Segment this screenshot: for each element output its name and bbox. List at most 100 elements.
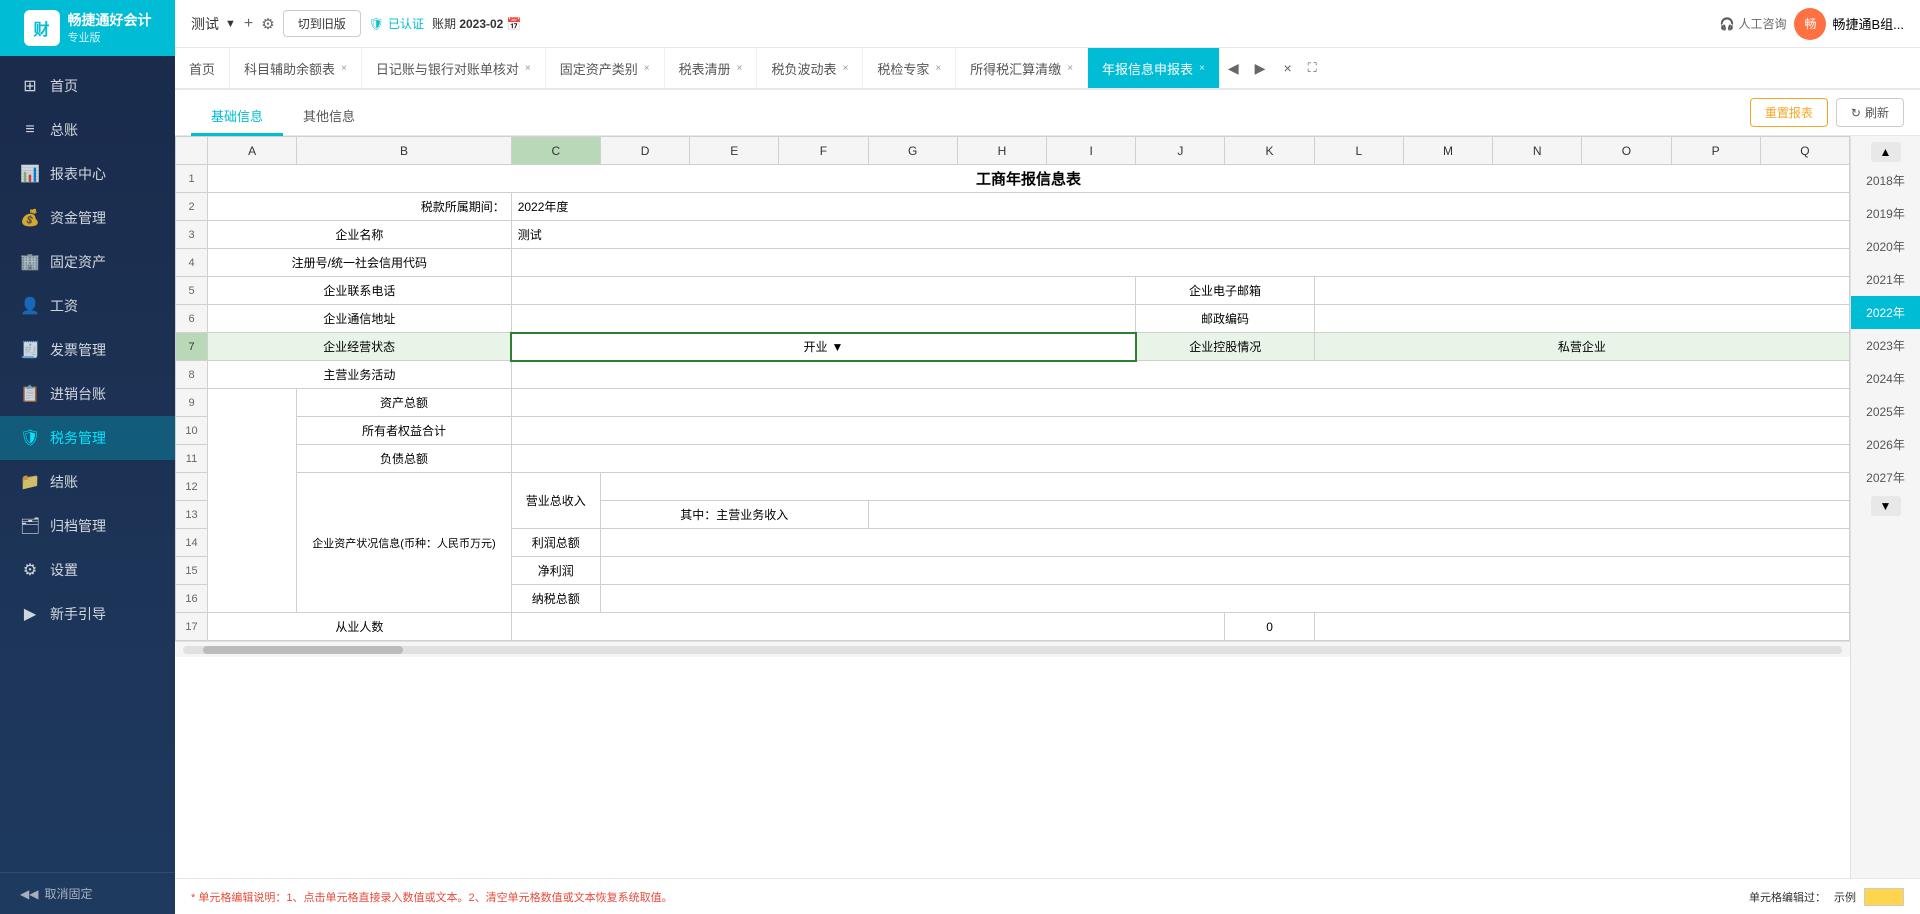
cell-15-C[interactable]	[600, 557, 1849, 585]
year-item-2027[interactable]: 2027年	[1851, 461, 1920, 494]
year-item-2020[interactable]: 2020年	[1851, 230, 1920, 263]
cell-6-L[interactable]	[1314, 305, 1849, 333]
cell-2-C[interactable]: 2022年度	[511, 193, 1849, 221]
year-item-2022[interactable]: 2022年	[1851, 296, 1920, 329]
fullscreen-icon[interactable]: ⛶	[1300, 60, 1325, 76]
col-header-I[interactable]: I	[1047, 137, 1136, 165]
add-icon[interactable]: +	[244, 15, 253, 33]
sub-tab-other[interactable]: 其他信息	[283, 98, 375, 136]
calendar-icon[interactable]: 📅	[507, 17, 522, 31]
cell-4-C[interactable]	[511, 249, 1849, 277]
col-header-A[interactable]: A	[208, 137, 297, 165]
hscroll-thumb[interactable]	[203, 646, 403, 654]
tab-next-btn[interactable]: ▶	[1247, 60, 1274, 77]
col-header-B[interactable]: B	[297, 137, 511, 165]
tab-close-icon[interactable]: ×	[842, 63, 848, 74]
col-header-Q[interactable]: Q	[1760, 137, 1849, 165]
dropdown-kaiye[interactable]: 开业 ▼	[518, 338, 1129, 355]
year-item-2018[interactable]: 2018年	[1851, 164, 1920, 197]
consult-btn[interactable]: 🎧 人工咨询	[1720, 15, 1787, 32]
tab-close-icon[interactable]: ×	[1067, 63, 1073, 74]
col-header-L[interactable]: L	[1314, 137, 1403, 165]
year-scroll-down-btn[interactable]: ▼	[1871, 496, 1901, 516]
tab-close-icon[interactable]: ×	[935, 63, 941, 74]
cell-17-C[interactable]	[511, 613, 1225, 641]
cell-3-C[interactable]: 测试	[511, 221, 1849, 249]
cell-5-L[interactable]	[1314, 277, 1849, 305]
col-header-N[interactable]: N	[1493, 137, 1582, 165]
tab-prev-btn[interactable]: ◀	[1220, 60, 1247, 77]
sidebar-item-tax[interactable]: 🛡 税务管理	[0, 416, 175, 460]
user-menu[interactable]: 畅 畅捷通B组...	[1794, 8, 1904, 40]
col-header-P[interactable]: P	[1671, 137, 1760, 165]
sidebar-item-assets[interactable]: 🏢 固定资产	[0, 240, 175, 284]
h-scrollbar[interactable]	[175, 641, 1850, 657]
tab-close-icon[interactable]: ×	[737, 63, 743, 74]
spreadsheet-scroll[interactable]: A B C D E F G H I J K L M	[175, 136, 1850, 878]
tab-tax-inspect[interactable]: 税检专家 ×	[863, 48, 956, 89]
tab-tax-fluctuation[interactable]: 税负波动表 ×	[757, 48, 863, 89]
reset-btn[interactable]: 重置报表	[1750, 98, 1828, 127]
year-item-2021[interactable]: 2021年	[1851, 263, 1920, 296]
tab-annual-report[interactable]: 年报信息申报表 ×	[1088, 48, 1220, 89]
cell-16-C[interactable]	[600, 585, 1849, 613]
col-header-J[interactable]: J	[1136, 137, 1225, 165]
sidebar-item-reports[interactable]: 📊 报表中心	[0, 152, 175, 196]
tab-close-icon[interactable]: ×	[341, 63, 347, 74]
cell-9-C[interactable]	[511, 389, 1849, 417]
col-header-M[interactable]: M	[1403, 137, 1492, 165]
cell-10-C[interactable]	[511, 417, 1849, 445]
cell-title[interactable]: 工商年报信息表	[208, 165, 1850, 193]
tab-close-icon[interactable]: ×	[644, 63, 650, 74]
year-item-2024[interactable]: 2024年	[1851, 362, 1920, 395]
tab-journal[interactable]: 日记账与银行对账单核对 ×	[362, 48, 546, 89]
cell-7-L[interactable]: 私营企业	[1314, 333, 1849, 361]
hscroll-track[interactable]	[183, 646, 1842, 654]
switch-old-btn[interactable]: 切到旧版	[283, 10, 361, 37]
sidebar-item-archive[interactable]: 🗂 归档管理	[0, 504, 175, 548]
col-header-K[interactable]: K	[1225, 137, 1314, 165]
cell-7-C[interactable]: 开业 ▼	[511, 333, 1136, 361]
sidebar-item-invoice[interactable]: 🧾 发票管理	[0, 328, 175, 372]
year-item-2019[interactable]: 2019年	[1851, 197, 1920, 230]
tab-tax-table[interactable]: 税表清册 ×	[665, 48, 758, 89]
year-item-2025[interactable]: 2025年	[1851, 395, 1920, 428]
tab-close-icon[interactable]: ×	[525, 63, 531, 74]
cell-14-C[interactable]	[600, 529, 1849, 557]
cell-5-C[interactable]	[511, 277, 1136, 305]
sidebar-item-funds[interactable]: 💰 资金管理	[0, 196, 175, 240]
year-item-2023[interactable]: 2023年	[1851, 329, 1920, 362]
tab-fixed-assets[interactable]: 固定资产类别 ×	[546, 48, 665, 89]
refresh-btn[interactable]: ↻ 刷新	[1836, 98, 1904, 127]
sidebar-item-salary[interactable]: 👤 工资	[0, 284, 175, 328]
col-header-G[interactable]: G	[868, 137, 957, 165]
year-item-2026[interactable]: 2026年	[1851, 428, 1920, 461]
col-header-E[interactable]: E	[690, 137, 779, 165]
col-header-H[interactable]: H	[957, 137, 1046, 165]
sidebar-item-home[interactable]: ⊞ 首页	[0, 64, 175, 108]
col-header-F[interactable]: F	[779, 137, 868, 165]
sidebar-item-settings[interactable]: ⚙ 设置	[0, 548, 175, 592]
sidebar-item-purchase[interactable]: 📋 进销台账	[0, 372, 175, 416]
col-header-D[interactable]: D	[600, 137, 689, 165]
sub-tab-basic[interactable]: 基础信息	[191, 98, 283, 136]
sidebar-collapse-btn[interactable]: ◀◀ 取消固定	[0, 872, 175, 914]
cell-12-C[interactable]	[600, 473, 1849, 501]
app-logo[interactable]: 财 畅捷通好会计 专业版	[0, 0, 175, 56]
tab-close-icon[interactable]: ×	[1199, 63, 1205, 74]
cell-11-C[interactable]	[511, 445, 1849, 473]
sidebar-item-ledger[interactable]: ≡ 总账	[0, 108, 175, 152]
cell-6-C[interactable]	[511, 305, 1136, 333]
tab-home[interactable]: 首页	[175, 48, 230, 89]
gear-icon[interactable]: ⚙	[261, 15, 274, 33]
year-scroll-up-btn[interactable]: ▲	[1871, 142, 1901, 162]
tab-auxiliary[interactable]: 科目辅助余额表 ×	[230, 48, 362, 89]
col-header-C[interactable]: C	[511, 137, 600, 165]
tab-income-tax[interactable]: 所得税汇算清缴 ×	[956, 48, 1088, 89]
sidebar-item-guide[interactable]: ▶ 新手引导	[0, 592, 175, 636]
sidebar-item-close[interactable]: 📁 结账	[0, 460, 175, 504]
cell-17-L[interactable]	[1314, 613, 1849, 641]
tab-close-all-icon[interactable]: ×	[1275, 60, 1299, 76]
cell-13-F[interactable]	[868, 501, 1849, 529]
project-selector[interactable]: 测试 ▼	[191, 14, 236, 34]
